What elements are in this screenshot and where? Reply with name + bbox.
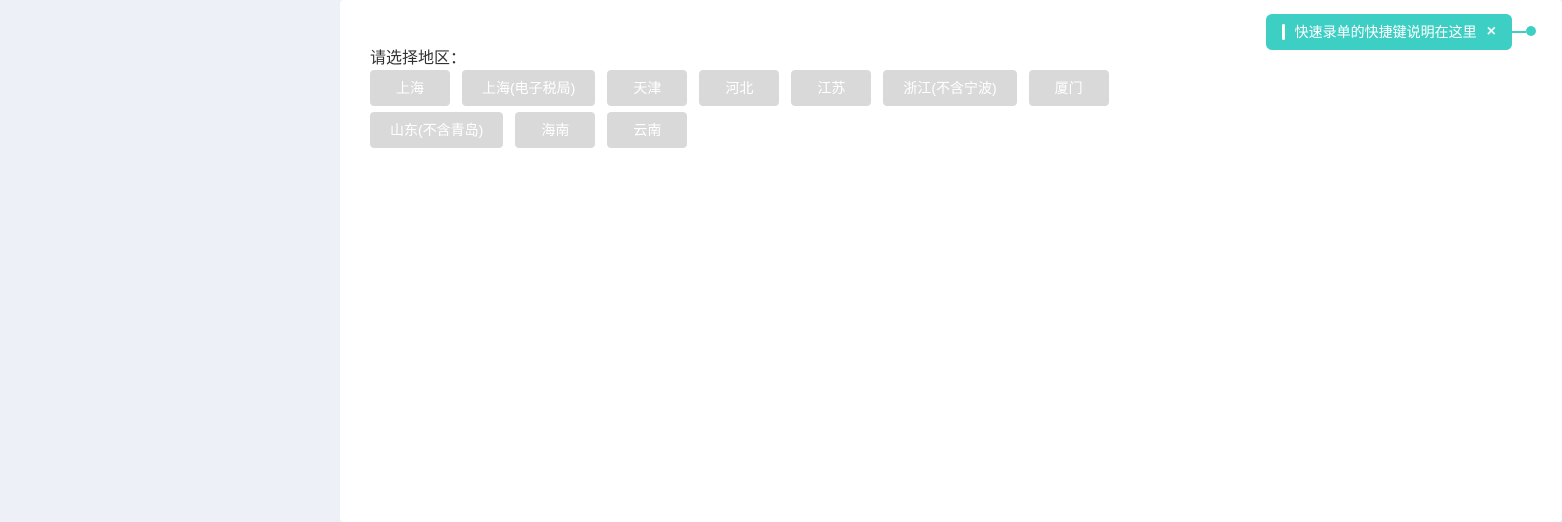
tooltip-connector-line — [1512, 31, 1526, 33]
tooltip-bar-decoration — [1282, 24, 1285, 40]
region-btn-yunnan[interactable]: 云南 — [607, 112, 687, 148]
region-buttons-row2: 山东(不含青岛) 海南云南 — [370, 112, 687, 148]
region-btn-shanghai-etax[interactable]: 上海(电子税局) — [462, 70, 595, 106]
region-btn-shanghai[interactable]: 上海 — [370, 70, 450, 106]
region-buttons-row1: 上海上海(电子税局) 天津河北江苏浙江(不含宁波) 厦门 — [370, 70, 1109, 106]
main-content: 请选择地区： 上海上海(电子税局) 天津河北江苏浙江(不含宁波) 厦门 山东(不含青… — [340, 0, 1562, 522]
region-btn-tianjin[interactable]: 天津 — [607, 70, 687, 106]
tooltip-text: 快速录单的快捷键说明在这里 — [1295, 22, 1477, 42]
tooltip-close-button[interactable]: × — [1487, 24, 1496, 40]
region-btn-shandong[interactable]: 山东(不含青岛) — [370, 112, 503, 148]
tooltip-banner: 快速录单的快捷键说明在这里 × — [1266, 14, 1512, 50]
region-label: 请选择地区： — [370, 44, 466, 68]
region-btn-zhejiang[interactable]: 浙江(不含宁波) — [883, 70, 1016, 106]
region-btn-hainan[interactable]: 海南 — [515, 112, 595, 148]
region-btn-xiamen[interactable]: 厦门 — [1029, 70, 1109, 106]
region-btn-jiangsu[interactable]: 江苏 — [791, 70, 871, 106]
region-btn-hebei[interactable]: 河北 — [699, 70, 779, 106]
tooltip-connector-dot — [1526, 26, 1536, 36]
left-panel — [0, 0, 340, 522]
